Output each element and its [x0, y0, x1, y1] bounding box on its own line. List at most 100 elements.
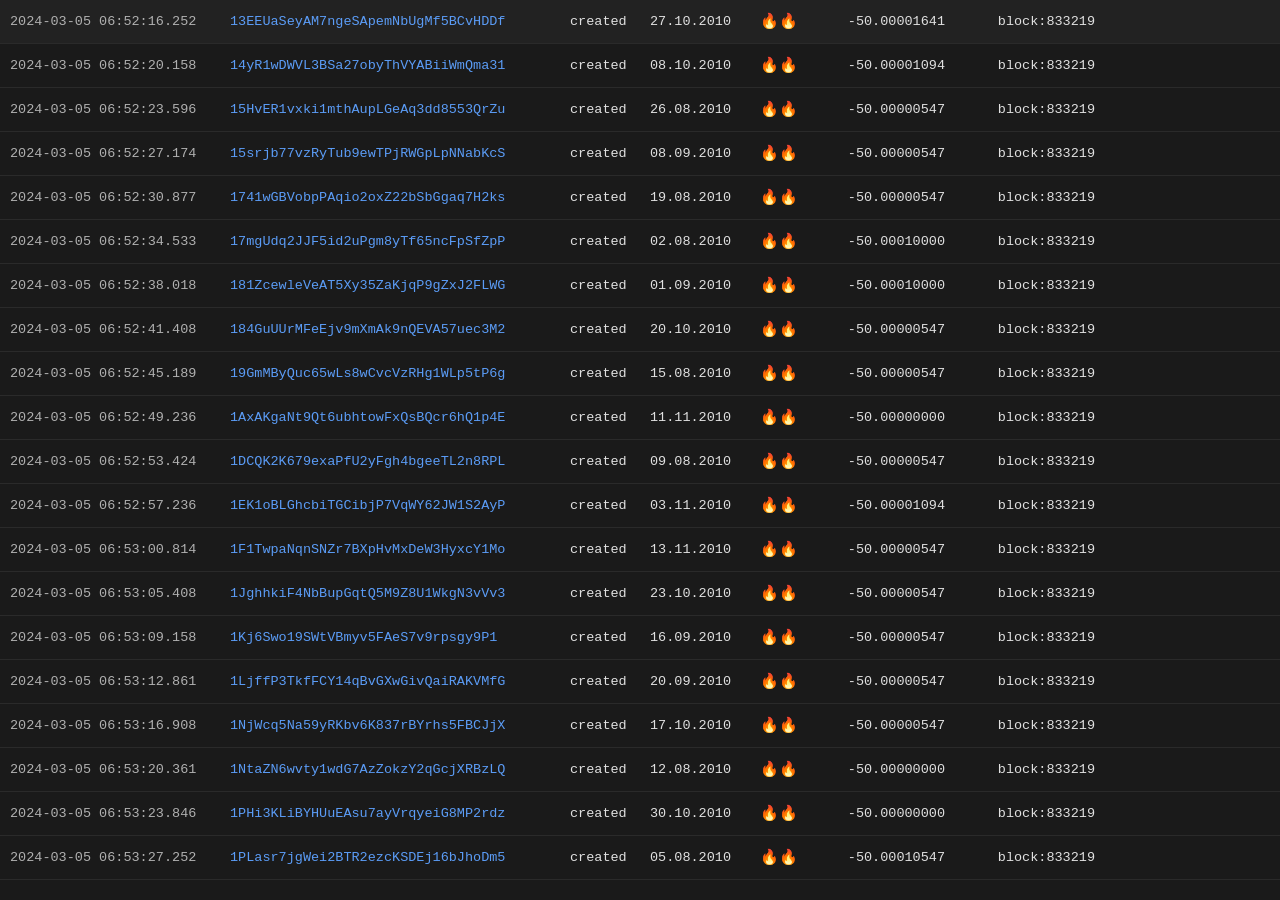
hash-link[interactable]: 1741wGBVobpPAqio2oxZ22bSbGgaq7H2ks — [230, 190, 505, 205]
hash-link[interactable]: 1DCQK2K679exaPfU2yFgh4bgeeTL2n8RPL — [230, 454, 505, 469]
fire-emoji: 🔥🔥 — [760, 100, 815, 119]
hash-link[interactable]: 1F1TwpaNqnSNZr7BXpHvMxDeW3HyxcY1Mo — [230, 542, 505, 557]
table-row: 2024-03-05 06:52:34.533 17mgUdq2JJF5id2u… — [0, 220, 1280, 264]
amount-cell: -50.00000000 — [815, 410, 945, 425]
hash-link[interactable]: 1NtaZN6wvty1wdG7AzZokzY2qGcjXRBzLQ — [230, 762, 505, 777]
hash-link[interactable]: 1LjffP3TkfFCY14qBvGXwGivQaiRAKVMfG — [230, 674, 505, 689]
block-cell: block:833219 — [945, 454, 1105, 469]
fire-emoji: 🔥🔥 — [760, 760, 815, 779]
block-cell: block:833219 — [945, 806, 1105, 821]
hash-cell[interactable]: 1NtaZN6wvty1wdG7AzZokzY2qGcjXRBzLQ — [230, 762, 570, 777]
block-cell: block:833219 — [945, 14, 1105, 29]
hash-link[interactable]: 13EEUaSeyAM7ngeSApemNbUgMf5BCvHDDf — [230, 14, 505, 29]
hash-link[interactable]: 1AxAKgaNt9Qt6ubhtowFxQsBQcr6hQ1p4E — [230, 410, 505, 425]
table-row: 2024-03-05 06:52:38.018 181ZcewleVeAT5Xy… — [0, 264, 1280, 308]
date-cell: 23.10.2010 — [650, 586, 760, 601]
action-cell: created — [570, 630, 650, 645]
hash-cell[interactable]: 1LjffP3TkfFCY14qBvGXwGivQaiRAKVMfG — [230, 674, 570, 689]
timestamp-cell: 2024-03-05 06:53:27.252 — [10, 850, 230, 865]
amount-cell: -50.00000547 — [815, 322, 945, 337]
action-cell: created — [570, 850, 650, 865]
hash-link[interactable]: 1JghhkiF4NbBupGqtQ5M9Z8U1WkgN3vVv3 — [230, 586, 505, 601]
hash-cell[interactable]: 19GmMByQuc65wLs8wCvcVzRHg1WLp5tP6g — [230, 366, 570, 381]
hash-cell[interactable]: 1AxAKgaNt9Qt6ubhtowFxQsBQcr6hQ1p4E — [230, 410, 570, 425]
action-cell: created — [570, 234, 650, 249]
timestamp-cell: 2024-03-05 06:52:34.533 — [10, 234, 230, 249]
date-cell: 16.09.2010 — [650, 630, 760, 645]
hash-cell[interactable]: 14yR1wDWVL3BSa27obyThVYABiiWmQma31 — [230, 58, 570, 73]
timestamp-cell: 2024-03-05 06:52:16.252 — [10, 14, 230, 29]
block-cell: block:833219 — [945, 102, 1105, 117]
fire-emoji: 🔥🔥 — [760, 848, 815, 867]
fire-emoji: 🔥🔥 — [760, 716, 815, 735]
hash-cell[interactable]: 1DCQK2K679exaPfU2yFgh4bgeeTL2n8RPL — [230, 454, 570, 469]
fire-emoji: 🔥🔥 — [760, 672, 815, 691]
amount-cell: -50.00000547 — [815, 190, 945, 205]
hash-cell[interactable]: 13EEUaSeyAM7ngeSApemNbUgMf5BCvHDDf — [230, 14, 570, 29]
hash-link[interactable]: 19GmMByQuc65wLs8wCvcVzRHg1WLp5tP6g — [230, 366, 505, 381]
action-cell: created — [570, 410, 650, 425]
fire-emoji: 🔥🔥 — [760, 804, 815, 823]
hash-cell[interactable]: 1Kj6Swo19SWtVBmyv5FAeS7v9rpsgy9P1 — [230, 630, 570, 645]
table-row: 2024-03-05 06:53:23.846 1PHi3KLiBYHUuEAs… — [0, 792, 1280, 836]
action-cell: created — [570, 58, 650, 73]
hash-link[interactable]: 15srjb77vzRyTub9ewTPjRWGpLpNNabKcS — [230, 146, 505, 161]
date-cell: 12.08.2010 — [650, 762, 760, 777]
table-row: 2024-03-05 06:53:20.361 1NtaZN6wvty1wdG7… — [0, 748, 1280, 792]
amount-cell: -50.00000547 — [815, 454, 945, 469]
timestamp-cell: 2024-03-05 06:52:53.424 — [10, 454, 230, 469]
block-cell: block:833219 — [945, 322, 1105, 337]
hash-link[interactable]: 15HvER1vxki1mthAupLGeAq3dd8553QrZu — [230, 102, 505, 117]
fire-emoji: 🔥🔥 — [760, 496, 815, 515]
action-cell: created — [570, 14, 650, 29]
hash-cell[interactable]: 184GuUUrMFeEjv9mXmAk9nQEVA57uec3M2 — [230, 322, 570, 337]
hash-cell[interactable]: 1F1TwpaNqnSNZr7BXpHvMxDeW3HyxcY1Mo — [230, 542, 570, 557]
hash-cell[interactable]: 15srjb77vzRyTub9ewTPjRWGpLpNNabKcS — [230, 146, 570, 161]
amount-cell: -50.00001094 — [815, 58, 945, 73]
date-cell: 08.10.2010 — [650, 58, 760, 73]
timestamp-cell: 2024-03-05 06:52:30.877 — [10, 190, 230, 205]
hash-link[interactable]: 14yR1wDWVL3BSa27obyThVYABiiWmQma31 — [230, 58, 505, 73]
table-row: 2024-03-05 06:52:53.424 1DCQK2K679exaPfU… — [0, 440, 1280, 484]
fire-emoji: 🔥🔥 — [760, 540, 815, 559]
hash-cell[interactable]: 15HvER1vxki1mthAupLGeAq3dd8553QrZu — [230, 102, 570, 117]
table-row: 2024-03-05 06:53:27.252 1PLasr7jgWei2BTR… — [0, 836, 1280, 880]
hash-cell[interactable]: 17mgUdq2JJF5id2uPgm8yTf65ncFpSfZpP — [230, 234, 570, 249]
hash-link[interactable]: 1NjWcq5Na59yRKbv6K837rBYrhs5FBCJjX — [230, 718, 505, 733]
timestamp-cell: 2024-03-05 06:52:38.018 — [10, 278, 230, 293]
hash-cell[interactable]: 1PLasr7jgWei2BTR2ezcKSDEj16bJhoDm5 — [230, 850, 570, 865]
hash-cell[interactable]: 1741wGBVobpPAqio2oxZ22bSbGgaq7H2ks — [230, 190, 570, 205]
hash-cell[interactable]: 1JghhkiF4NbBupGqtQ5M9Z8U1WkgN3vVv3 — [230, 586, 570, 601]
block-cell: block:833219 — [945, 146, 1105, 161]
hash-link[interactable]: 1PLasr7jgWei2BTR2ezcKSDEj16bJhoDm5 — [230, 850, 505, 865]
fire-emoji: 🔥🔥 — [760, 276, 815, 295]
hash-link[interactable]: 1Kj6Swo19SWtVBmyv5FAeS7v9rpsgy9P1 — [230, 630, 497, 645]
date-cell: 11.11.2010 — [650, 410, 760, 425]
date-cell: 08.09.2010 — [650, 146, 760, 161]
hash-link[interactable]: 17mgUdq2JJF5id2uPgm8yTf65ncFpSfZpP — [230, 234, 505, 249]
action-cell: created — [570, 366, 650, 381]
date-cell: 05.08.2010 — [650, 850, 760, 865]
main-table: 2024-03-05 06:52:16.252 13EEUaSeyAM7ngeS… — [0, 0, 1280, 900]
block-cell: block:833219 — [945, 762, 1105, 777]
hash-cell[interactable]: 1PHi3KLiBYHUuEAsu7ayVrqyeiG8MP2rdz — [230, 806, 570, 821]
date-cell: 13.11.2010 — [650, 542, 760, 557]
action-cell: created — [570, 498, 650, 513]
block-cell: block:833219 — [945, 278, 1105, 293]
timestamp-cell: 2024-03-05 06:52:49.236 — [10, 410, 230, 425]
hash-link[interactable]: 1EK1oBLGhcbiTGCibjP7VqWY62JW1S2AyP — [230, 498, 505, 513]
hash-link[interactable]: 1PHi3KLiBYHUuEAsu7ayVrqyeiG8MP2rdz — [230, 806, 505, 821]
date-cell: 17.10.2010 — [650, 718, 760, 733]
timestamp-cell: 2024-03-05 06:52:20.158 — [10, 58, 230, 73]
hash-link[interactable]: 184GuUUrMFeEjv9mXmAk9nQEVA57uec3M2 — [230, 322, 505, 337]
action-cell: created — [570, 102, 650, 117]
fire-emoji: 🔥🔥 — [760, 232, 815, 251]
action-cell: created — [570, 586, 650, 601]
hash-link[interactable]: 181ZcewleVeAT5Xy35ZaKjqP9gZxJ2FLWG — [230, 278, 505, 293]
table-row: 2024-03-05 06:52:16.252 13EEUaSeyAM7ngeS… — [0, 0, 1280, 44]
hash-cell[interactable]: 1EK1oBLGhcbiTGCibjP7VqWY62JW1S2AyP — [230, 498, 570, 513]
block-cell: block:833219 — [945, 630, 1105, 645]
hash-cell[interactable]: 181ZcewleVeAT5Xy35ZaKjqP9gZxJ2FLWG — [230, 278, 570, 293]
timestamp-cell: 2024-03-05 06:52:45.189 — [10, 366, 230, 381]
hash-cell[interactable]: 1NjWcq5Na59yRKbv6K837rBYrhs5FBCJjX — [230, 718, 570, 733]
